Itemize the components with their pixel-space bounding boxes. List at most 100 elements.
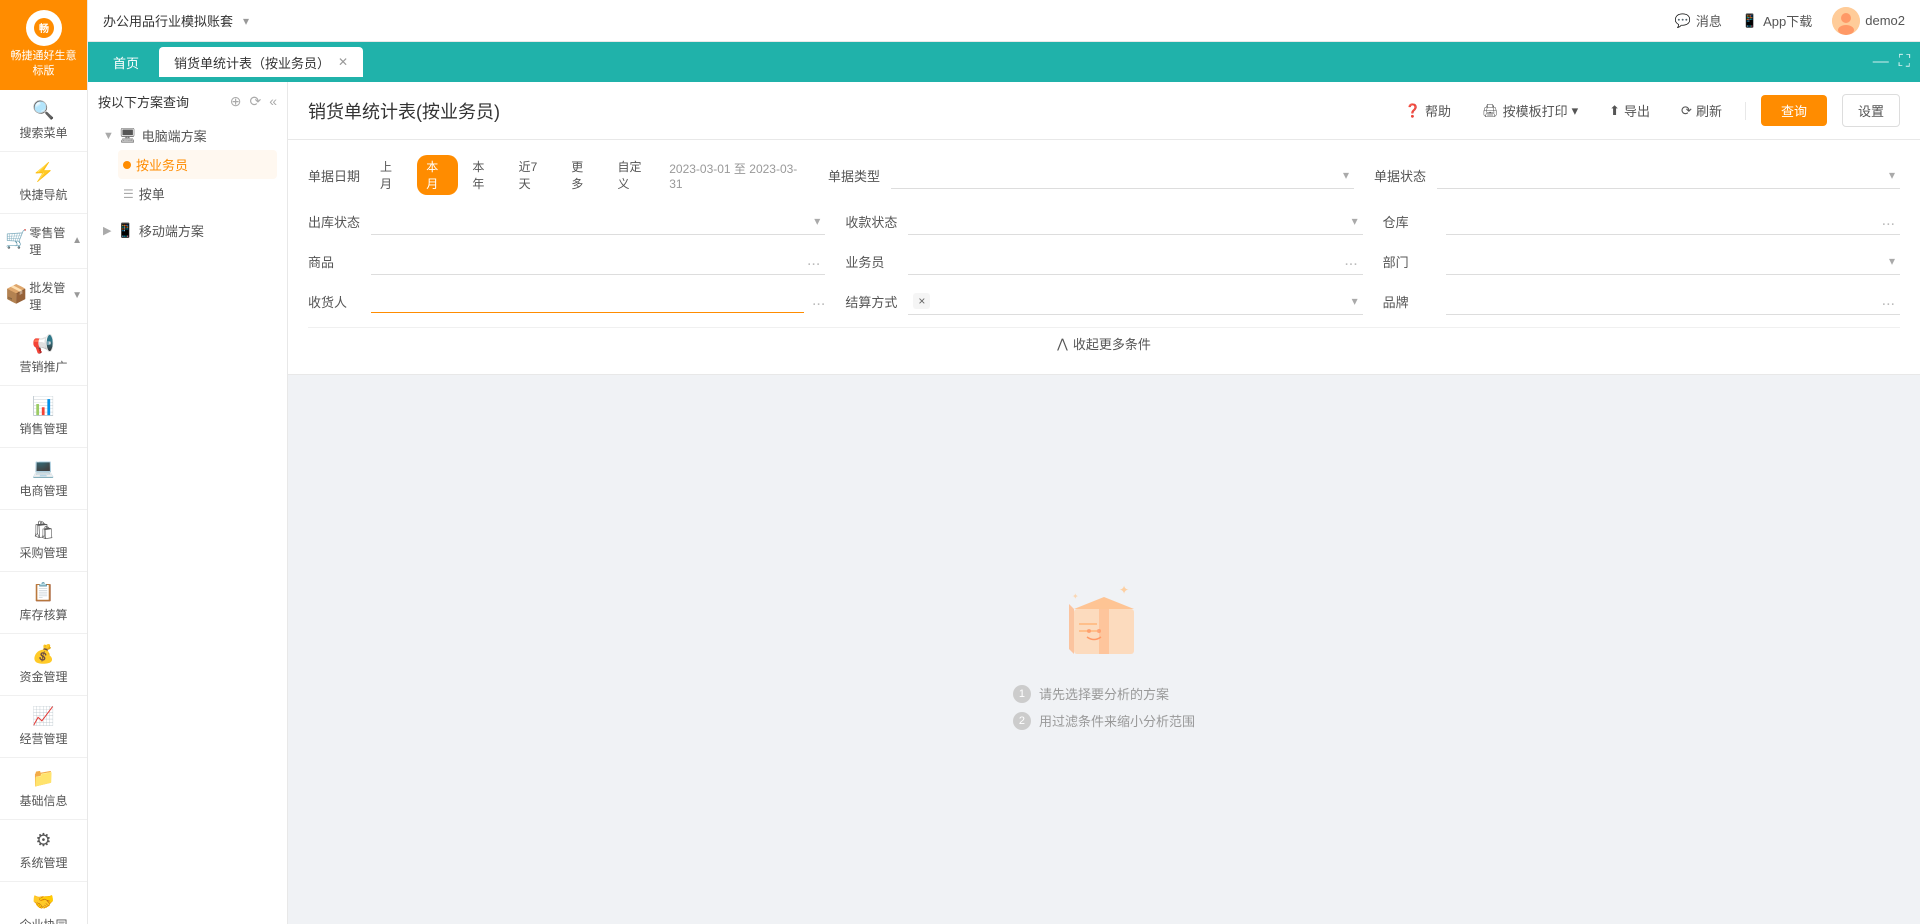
warehouse-dots[interactable]: ... (1882, 212, 1895, 230)
help-icon: ❓ (1405, 103, 1421, 119)
date-tab-7days[interactable]: 近7天 (510, 155, 558, 195)
goods-dots[interactable]: ... (807, 252, 820, 270)
page-content: 按以下方案查询 ⊕ ⟳ « ▼ 🖥 电脑端方案 按业务员 ☰ (88, 82, 1920, 924)
svg-text:畅: 畅 (39, 22, 49, 35)
collapse-btn[interactable]: ⋀ 收起更多条件 (308, 327, 1900, 359)
tree-item-desktop[interactable]: ▼ 🖥 电脑端方案 (98, 121, 277, 150)
panel-header: 按以下方案查询 ⊕ ⟳ « (98, 92, 277, 111)
warehouse-select[interactable]: ... (1446, 207, 1900, 235)
date-tab-this-month[interactable]: 本月 (417, 155, 458, 195)
tab-home[interactable]: 首页 (98, 47, 154, 77)
payment-label: 结算方式 (845, 292, 900, 311)
sidebar-item-inventory[interactable]: 📋 库存核算 (0, 572, 87, 634)
date-label: 单据日期 (308, 166, 363, 185)
sidebar-item-basic[interactable]: 📁 基础信息 (0, 758, 87, 820)
brand-dots[interactable]: ... (1882, 292, 1895, 310)
mobile-icon: 📱 (116, 222, 133, 239)
sidebar-item-finance[interactable]: 💰 资金管理 (0, 634, 87, 696)
data-area: ✦ ✦ 1 请先选择要分析的方案 (288, 375, 1920, 924)
query-button[interactable]: 查询 (1761, 95, 1827, 126)
out-status-select[interactable]: ▾ (371, 207, 825, 235)
retail-icon: 🛒 (5, 229, 27, 250)
receiver-input[interactable] (371, 289, 804, 313)
topbar-dropdown[interactable]: ▾ (243, 14, 249, 28)
empty-state-text: 1 请先选择要分析的方案 2 用过滤条件来缩小分析范围 (1013, 684, 1195, 730)
date-range-text: 2023-03-01 至 2023-03-31 (669, 160, 808, 191)
tree-item-mobile[interactable]: ▶ 📱 移动端方案 (98, 216, 277, 245)
date-tab-more[interactable]: 更多 (562, 155, 603, 195)
active-indicator (123, 161, 131, 169)
refresh-icon: ⟳ (1681, 103, 1692, 119)
tree-sub-item-order[interactable]: ☰ 按单 (118, 179, 277, 208)
sidebar-item-operation[interactable]: 📈 经营管理 (0, 696, 87, 758)
refresh-btn[interactable]: ⟳ 刷新 (1673, 97, 1730, 124)
goods-select[interactable]: ... (371, 247, 825, 275)
tab-minimize-btn[interactable]: — (1873, 53, 1889, 71)
brand-select[interactable]: ... (1446, 287, 1900, 315)
sidebar-item-shortcuts[interactable]: ⚡ 快捷导航 (0, 152, 87, 214)
export-icon: ⬆ (1609, 103, 1620, 119)
date-tab-custom[interactable]: 自定义 (608, 155, 661, 195)
order-status-label: 单据状态 (1374, 166, 1429, 185)
tree-expand-icon: ▼ (103, 130, 114, 142)
page-header-actions: ❓ 帮助 🖨 按模板打印 ▾ ⬆ 导出 ⟳ 刷新 (1397, 94, 1900, 127)
out-status-arrow: ▾ (814, 214, 820, 228)
avatar (1832, 7, 1860, 35)
date-tabs: 上月 本月 本年 近7天 更多 自定义 (371, 155, 661, 195)
message-btn[interactable]: 💬 消息 (1675, 11, 1722, 30)
date-tab-this-year[interactable]: 本年 (463, 155, 504, 195)
tab-maximize-btn[interactable]: ⛶ (1899, 53, 1910, 71)
date-tab-last-month[interactable]: 上月 (371, 155, 412, 195)
template-print-btn[interactable]: 🖨 按模板打印 ▾ (1474, 97, 1586, 124)
print-arrow-icon: ▾ (1572, 103, 1579, 119)
receiver-dots[interactable]: ... (812, 292, 825, 310)
sidebar-item-search[interactable]: 🔍 搜索菜单 (0, 90, 87, 152)
export-btn[interactable]: ⬆ 导出 (1601, 97, 1658, 124)
tab-sales-stats[interactable]: 销货单统计表（按业务员） ✕ (159, 47, 363, 77)
date-section: 上月 本月 本年 近7天 更多 自定义 2023-03-01 至 2023-03… (371, 155, 808, 195)
purchase-icon: 🛍 (32, 520, 55, 541)
settings-button[interactable]: 设置 (1842, 94, 1900, 127)
message-icon: 💬 (1675, 13, 1691, 29)
department-select[interactable]: ▾ (1446, 247, 1900, 275)
brand-label: 品牌 (1383, 292, 1438, 311)
salesperson-select[interactable]: ... (908, 247, 1362, 275)
sidebar-item-sales[interactable]: 📊 销售管理 (0, 386, 87, 448)
sidebar-item-wholesale[interactable]: 📦 批发管理 ▼ (0, 269, 87, 324)
svg-text:✦: ✦ (1072, 592, 1079, 601)
tabbar: 首页 销货单统计表（按业务员） ✕ — ⛶ (88, 42, 1920, 82)
sidebar-item-enterprise[interactable]: 🤝 企业协同 (0, 882, 87, 924)
payment-select[interactable]: × ▾ (908, 287, 1362, 315)
order-type-select[interactable]: ▾ (891, 161, 1354, 189)
ecommerce-icon: 💻 (32, 458, 54, 479)
tree-sub-item-salesperson[interactable]: 按业务员 (118, 150, 277, 179)
chevron-up-icon: ▼ (72, 290, 82, 301)
sidebar-item-retail[interactable]: 🛒 零售管理 ▲ (0, 214, 87, 269)
filter-payment: 结算方式 × ▾ (845, 287, 1362, 315)
help-btn[interactable]: ❓ 帮助 (1397, 97, 1459, 124)
order-type-arrow: ▾ (1343, 168, 1349, 182)
tab-close-icon[interactable]: ✕ (338, 55, 348, 69)
collapse-panel-icon[interactable]: « (269, 93, 277, 110)
desktop-icon: 🖥 (119, 127, 137, 144)
sidebar-item-marketing[interactable]: 📢 营销推广 (0, 324, 87, 386)
order-status-select[interactable]: ▾ (1437, 161, 1900, 189)
sidebar-item-system[interactable]: ⚙ 系统管理 (0, 820, 87, 882)
sidebar-item-ecommerce[interactable]: 💻 电商管理 (0, 448, 87, 510)
marketing-icon: 📢 (32, 334, 54, 355)
app-logo[interactable]: 畅 畅捷通好生意 标版 (0, 0, 87, 90)
receipt-status-select[interactable]: ▾ (908, 207, 1362, 235)
user-name: demo2 (1865, 13, 1905, 28)
filter-row-1: 单据日期 上月 本月 本年 近7天 更多 自定义 2023-03-01 至 20… (308, 155, 1900, 195)
out-status-label: 出库状态 (308, 212, 363, 231)
user-profile[interactable]: demo2 (1832, 7, 1905, 35)
filter-brand: 品牌 ... (1383, 287, 1900, 315)
payment-arrow: ▾ (1352, 294, 1358, 308)
tabbar-actions: — ⛶ (1873, 53, 1910, 71)
topbar-title: 办公用品行业模拟账套 (103, 11, 233, 30)
salesperson-dots[interactable]: ... (1344, 252, 1357, 270)
refresh-scheme-icon[interactable]: ⟳ (249, 93, 261, 110)
sidebar-item-purchase[interactable]: 🛍 采购管理 (0, 510, 87, 572)
app-download-btn[interactable]: 📱 App下载 (1742, 11, 1812, 30)
add-scheme-icon[interactable]: ⊕ (230, 93, 242, 110)
